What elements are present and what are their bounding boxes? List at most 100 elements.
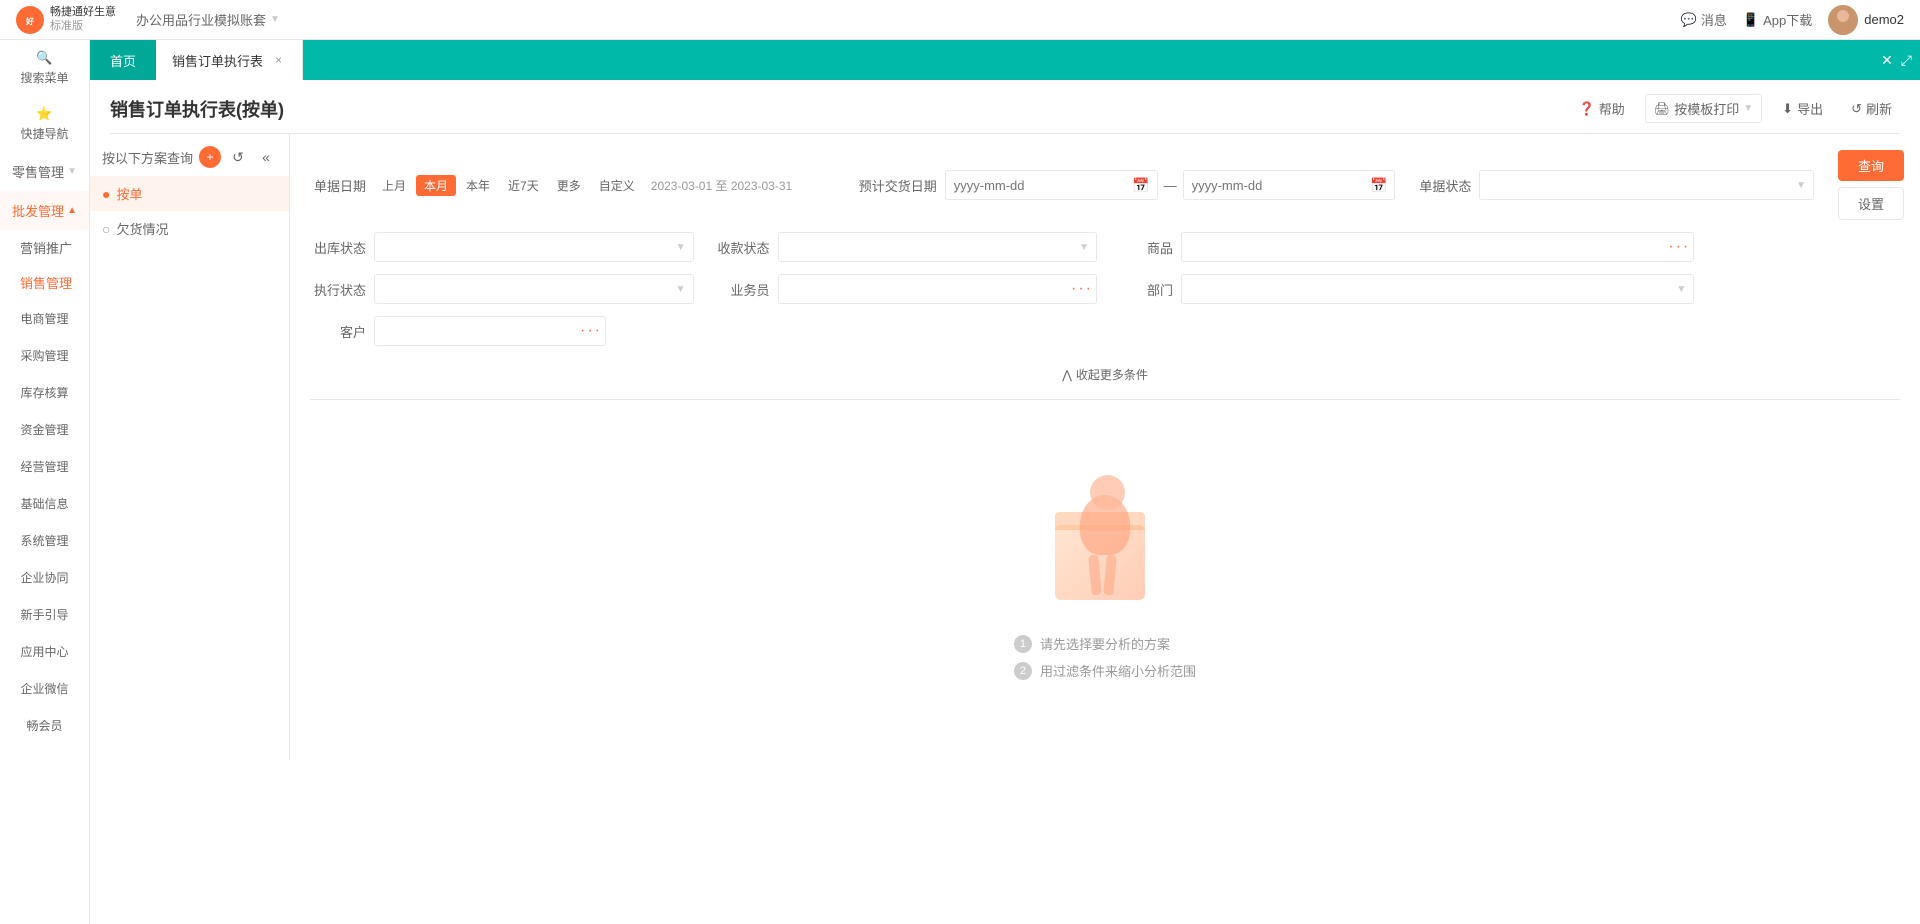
- query-button[interactable]: 查询: [1838, 150, 1904, 181]
- date-tab-more[interactable]: 更多: [549, 175, 589, 196]
- filter-row-2: 出库状态 ▼ 收款状态 ▼: [306, 232, 1904, 262]
- sidebar-item-wholesale[interactable]: 批发管理 ▲: [0, 191, 89, 230]
- help-button[interactable]: ❓ 帮助: [1571, 95, 1633, 122]
- menu-item-by-order[interactable]: ● 按单: [90, 176, 289, 211]
- message-button[interactable]: 💬 消息: [1681, 10, 1727, 29]
- sidebar-item-inventory[interactable]: 库存核算: [0, 374, 89, 411]
- salesman-group: 业务员 ···: [710, 274, 1098, 304]
- date-tab-lastmonth[interactable]: 上月: [374, 175, 414, 196]
- goods-dots-button[interactable]: ···: [1668, 238, 1690, 256]
- expected-date-range: 📅 — 📅: [945, 170, 1396, 200]
- print-icon: 🖨: [1654, 101, 1671, 117]
- expected-date-start[interactable]: [945, 170, 1158, 200]
- filter-row-3: 执行状态 ▼ 业务员 ···: [306, 274, 1904, 304]
- exec-select[interactable]: [374, 274, 694, 304]
- window-close-button[interactable]: ✕: [1881, 52, 1893, 69]
- page-header: 销售订单执行表(按单) ❓ 帮助 🖨 按模板打印 ▼ ⬇ 导出: [90, 80, 1920, 133]
- tab-close-button[interactable]: ×: [271, 51, 286, 69]
- expected-date-end-wrapper: 📅: [1183, 170, 1396, 200]
- delivery-select[interactable]: [374, 232, 694, 262]
- goods-group: 商品 ···: [1113, 232, 1694, 262]
- status-select[interactable]: [1479, 170, 1814, 200]
- payment-select[interactable]: [778, 232, 1098, 262]
- sidebar-item-sales[interactable]: 销售管理: [0, 265, 89, 300]
- breadcrumb-arrow-icon: ▼: [270, 14, 280, 25]
- window-controls: ✕ ⤢: [1873, 40, 1920, 80]
- sidebar-item-marketing[interactable]: 营销推广: [0, 230, 89, 265]
- payment-status-group: 收款状态 ▼: [710, 232, 1098, 262]
- goods-input[interactable]: [1181, 232, 1694, 262]
- avatar: [1828, 5, 1858, 35]
- sidebar-item-system[interactable]: 系统管理: [0, 522, 89, 559]
- collapse-panel-button[interactable]: «: [255, 146, 277, 168]
- user-profile[interactable]: demo2: [1828, 5, 1904, 35]
- date-tab-custom[interactable]: 自定义: [591, 175, 643, 196]
- breadcrumb-text: 办公用品行业模拟账套: [136, 10, 266, 29]
- status-filter-group: 单据状态 ▼: [1411, 170, 1814, 200]
- print-button[interactable]: 🖨 按模板打印 ▼: [1645, 94, 1762, 123]
- export-icon: ⬇: [1782, 101, 1793, 117]
- customer-dots-button[interactable]: ···: [580, 322, 602, 340]
- sidebar-item-enterprise[interactable]: 企业协同: [0, 559, 89, 596]
- refresh-button[interactable]: ↺ 刷新: [1843, 95, 1900, 122]
- top-header: 好 畅捷通好生意 标准版 办公用品行业模拟账套 ▼ 💬 消息 📱 App下载: [0, 0, 1920, 40]
- salesman-label: 业务员: [710, 280, 770, 299]
- date-tab-thismonth[interactable]: 本月: [416, 175, 456, 196]
- payment-select-wrapper: ▼: [778, 232, 1098, 262]
- salesman-dots-button[interactable]: ···: [1071, 280, 1093, 298]
- tab-active-sales[interactable]: 销售订单执行表 ×: [156, 40, 303, 80]
- menu-item-shortage[interactable]: ○ 欠货情况: [90, 211, 289, 246]
- breadcrumb[interactable]: 办公用品行业模拟账套 ▼: [136, 10, 280, 29]
- message-icon: 💬: [1681, 12, 1697, 28]
- header-left: 好 畅捷通好生意 标准版 办公用品行业模拟账套 ▼: [16, 6, 280, 34]
- date-range-display: 2023-03-01 至 2023-03-31: [651, 177, 792, 194]
- settings-button[interactable]: 设置: [1838, 187, 1904, 220]
- logo-area[interactable]: 好 畅捷通好生意 标准版: [16, 6, 116, 34]
- left-panel-actions: + ↺ «: [199, 146, 277, 168]
- filter-row-4: 客户 ···: [306, 316, 1904, 346]
- salesman-input[interactable]: [778, 274, 1098, 304]
- sidebar-item-retail[interactable]: 零售管理 ▼: [0, 152, 89, 191]
- app-download-button[interactable]: 📱 App下载: [1743, 10, 1812, 29]
- action-buttons-group: 查询 设置: [1838, 150, 1904, 220]
- payment-label: 收款状态: [710, 238, 770, 257]
- sidebar-item-app-center[interactable]: 应用中心: [0, 633, 89, 670]
- sidebar-item-search[interactable]: 🔍 搜索菜单: [0, 40, 89, 96]
- tab-empty-area: [303, 40, 1873, 80]
- sidebar-item-purchasing[interactable]: 采购管理: [0, 337, 89, 374]
- window-maximize-button[interactable]: ⤢: [1901, 52, 1912, 69]
- refresh-scheme-button[interactable]: ↺: [227, 146, 249, 168]
- app-download-icon: 📱: [1743, 12, 1759, 28]
- customer-input[interactable]: [374, 316, 606, 346]
- delivery-label: 出库状态: [306, 238, 366, 257]
- hint-number-2: 2: [1014, 662, 1032, 680]
- date-tab-thisyear[interactable]: 本年: [458, 175, 498, 196]
- retail-expand-icon: ▼: [67, 166, 77, 177]
- sidebar-item-wechat[interactable]: 企业微信: [0, 670, 89, 707]
- sidebar-item-shortcuts[interactable]: ⭐ 快捷导航: [0, 96, 89, 152]
- date-tab-7days[interactable]: 近7天: [500, 175, 547, 196]
- char-head: [1090, 475, 1125, 510]
- main-filter-area: 按以下方案查询 + ↺ «: [90, 134, 1920, 760]
- sidebar-item-guide[interactable]: 新手引导: [0, 596, 89, 633]
- wholesale-expand-icon: ▲: [67, 205, 77, 216]
- sidebar-item-member[interactable]: 畅会员: [0, 707, 89, 744]
- refresh-scheme-icon: ↺: [232, 149, 244, 166]
- content-area: 首页 销售订单执行表 × ✕ ⤢ 销售订单执行表(按单) ❓ 帮助: [90, 40, 1920, 924]
- collapse-more-button[interactable]: ⋀ 收起更多条件: [306, 358, 1904, 391]
- expected-date-end[interactable]: [1183, 170, 1396, 200]
- collapse-icon: ⋀: [1062, 368, 1072, 382]
- export-button[interactable]: ⬇ 导出: [1774, 95, 1831, 122]
- left-panel: 按以下方案查询 + ↺ «: [90, 134, 290, 760]
- add-scheme-button[interactable]: +: [199, 146, 221, 168]
- sidebar-item-operations[interactable]: 经营管理: [0, 448, 89, 485]
- right-area: 单据日期 上月 本月 本年 近7天 更多 自定义 2023-03-01 至 20…: [290, 134, 1920, 760]
- shortcuts-icon: ⭐: [36, 106, 52, 122]
- sidebar-item-basic-info[interactable]: 基础信息: [0, 485, 89, 522]
- tab-home[interactable]: 首页: [90, 40, 156, 80]
- sidebar-item-ecommerce[interactable]: 电商管理: [0, 300, 89, 337]
- sidebar-item-finance[interactable]: 资金管理: [0, 411, 89, 448]
- main-layout: 🔍 搜索菜单 ⭐ 快捷导航 零售管理 ▼ 批发管理 ▲ 营销推广 销售管理 电商…: [0, 40, 1920, 924]
- dept-select[interactable]: [1181, 274, 1694, 304]
- sidebar: 🔍 搜索菜单 ⭐ 快捷导航 零售管理 ▼ 批发管理 ▲ 营销推广 销售管理 电商…: [0, 40, 90, 924]
